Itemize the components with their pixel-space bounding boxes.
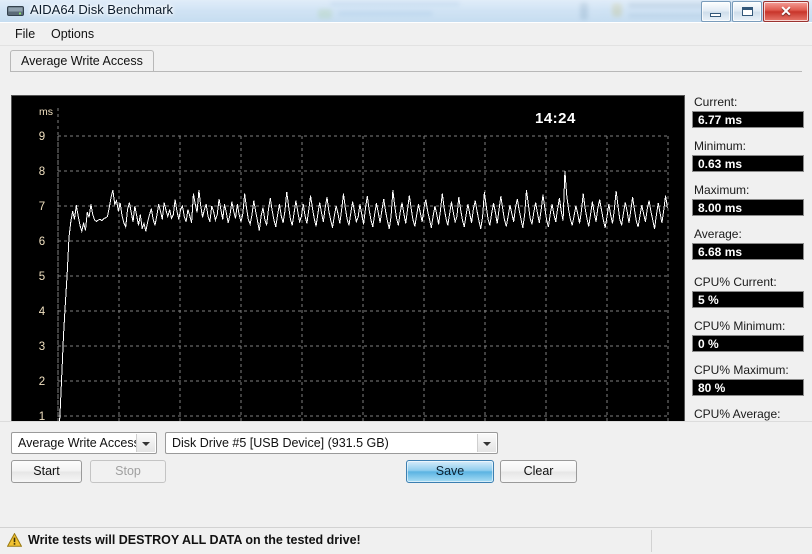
stop-button: Stop [90, 460, 166, 483]
stat-label: Current: [694, 95, 738, 109]
svg-text:8: 8 [39, 166, 45, 178]
client-area: File Options Average Write Access 012345… [0, 22, 812, 554]
svg-text:2: 2 [39, 376, 45, 388]
stat-label: CPU% Average: [694, 407, 781, 421]
svg-text:3: 3 [39, 341, 45, 353]
window-title: AIDA64 Disk Benchmark [30, 2, 174, 17]
warning-message: Write tests will DESTROY ALL DATA on the… [28, 533, 361, 547]
chevron-down-icon [136, 434, 155, 452]
save-button[interactable]: Save [406, 460, 494, 483]
drive-value: Disk Drive #5 [USB Device] (931.5 GB) [172, 436, 389, 450]
test-type-select[interactable]: Average Write Access [11, 432, 157, 454]
stat-value: 0.63 ms [692, 155, 804, 172]
stat-label: CPU% Maximum: [694, 363, 789, 377]
stat-value: 80 % [692, 379, 804, 396]
clear-button[interactable]: Clear [500, 460, 577, 483]
svg-text:4: 4 [39, 306, 46, 318]
elapsed-timer: 14:24 [535, 110, 576, 127]
stat-value: 6.77 ms [692, 111, 804, 128]
stat-label: Average: [694, 227, 742, 241]
title-bar[interactable]: AIDA64 Disk Benchmark ✕ [0, 0, 812, 23]
warning-triangle-icon [7, 533, 22, 547]
svg-text:9: 9 [39, 131, 45, 143]
test-type-value: Average Write Access [18, 436, 140, 450]
controls-bar: Average Write Access Disk Drive #5 [USB … [0, 421, 812, 554]
menu-bar: File Options [0, 23, 812, 46]
close-button[interactable]: ✕ [763, 1, 809, 22]
window-controls: ✕ [701, 1, 809, 22]
svg-text:5: 5 [39, 271, 45, 283]
svg-text:ms: ms [39, 106, 53, 118]
stat-value: 5 % [692, 291, 804, 308]
tab-underline [10, 71, 802, 72]
svg-text:6: 6 [39, 236, 45, 248]
status-bar: Write tests will DESTROY ALL DATA on the… [0, 527, 812, 554]
maximize-button[interactable] [732, 1, 762, 22]
aida64-disk-benchmark-window: AIDA64 Disk Benchmark ✕ File Options Ave… [0, 0, 812, 554]
minimize-button[interactable] [701, 1, 731, 22]
stat-label: CPU% Minimum: [694, 319, 786, 333]
stat-label: Maximum: [694, 183, 750, 197]
drive-select[interactable]: Disk Drive #5 [USB Device] (931.5 GB) [165, 432, 498, 454]
status-separator [651, 530, 652, 552]
stat-value: 0 % [692, 335, 804, 352]
stat-value: 8.00 ms [692, 199, 804, 216]
minimize-icon [710, 13, 721, 17]
start-button[interactable]: Start [11, 460, 82, 483]
stat-value: 6.68 ms [692, 243, 804, 260]
stat-label: CPU% Current: [694, 275, 777, 289]
tab-average-write-access[interactable]: Average Write Access [10, 50, 154, 72]
chevron-down-icon [477, 434, 496, 452]
svg-text:7: 7 [39, 201, 45, 213]
maximize-icon [742, 7, 753, 16]
stat-label: Minimum: [694, 139, 747, 153]
menu-item-file[interactable]: File [8, 26, 42, 42]
menu-item-options[interactable]: Options [44, 26, 101, 42]
disk-drive-icon [7, 6, 24, 16]
close-icon: ✕ [780, 3, 792, 19]
tab-strip: Average Write Access [10, 50, 802, 72]
